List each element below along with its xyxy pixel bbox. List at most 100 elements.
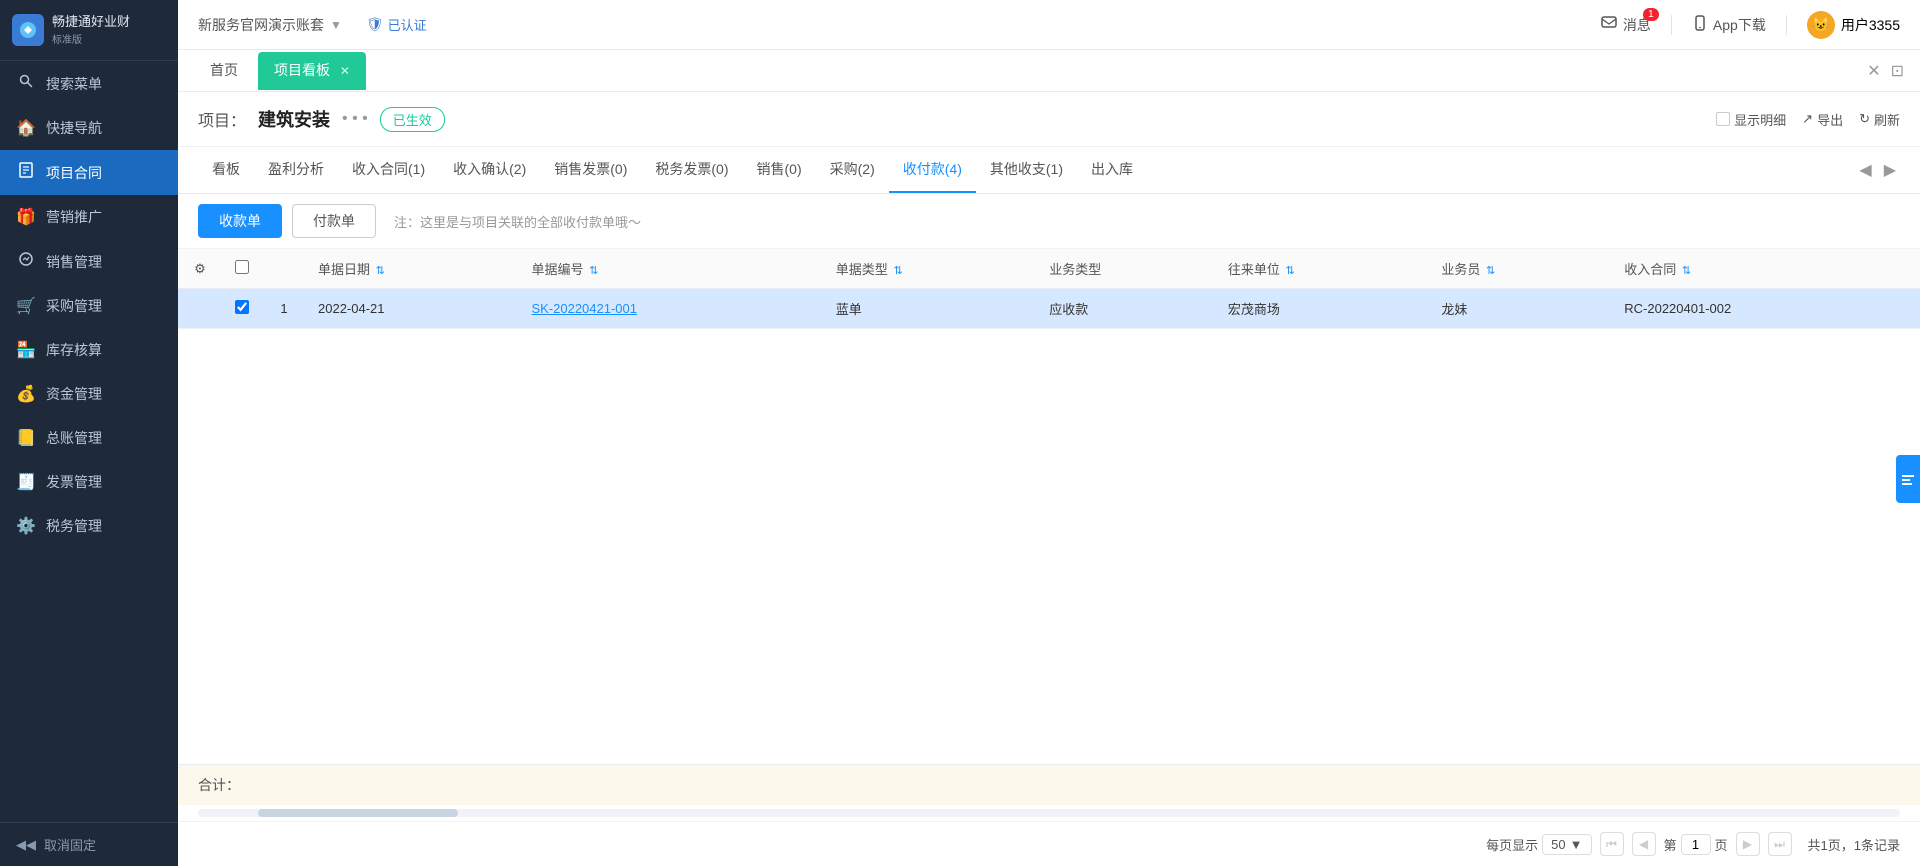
sidebar-logo: 畅捷通好业财 标准版 bbox=[0, 0, 178, 61]
sidebar-item-finance[interactable]: 💰 资金管理 bbox=[0, 372, 178, 416]
sidebar: 畅捷通好业财 标准版 搜索菜单 🏠 快捷导航 项目合同 🎁 营销推广 bbox=[0, 0, 178, 866]
partner-col-header[interactable]: 往来单位 ⇅ bbox=[1216, 249, 1429, 289]
workspace-chevron-icon: ▼ bbox=[330, 18, 342, 32]
last-page-button[interactable]: ⏭ bbox=[1768, 832, 1792, 856]
row-settings-cell bbox=[178, 289, 222, 329]
sidebar-item-sales[interactable]: 销售管理 bbox=[0, 239, 178, 284]
row-partner-cell: 宏茂商场 bbox=[1216, 289, 1429, 329]
income-contract-col-header[interactable]: 收入合同 ⇅ bbox=[1612, 249, 1920, 289]
project-header: 项目： 建筑安装 • • • 已生效 显示明细 ↗ 导出 ↻ 刷新 bbox=[178, 92, 1920, 147]
sidebar-item-invoice[interactable]: 🧾 发票管理 bbox=[0, 460, 178, 504]
sidebar-item-ledger[interactable]: 📒 总账管理 bbox=[0, 416, 178, 460]
row-income-contract-cell: RC-20220401-002 bbox=[1612, 289, 1920, 329]
content-wrapper: 项目： 建筑安装 • • • 已生效 显示明细 ↗ 导出 ↻ 刷新 bbox=[178, 92, 1920, 866]
side-panel-toggle[interactable] bbox=[1896, 455, 1920, 503]
table-row[interactable]: 1 2022-04-21 SK-20220421-001 蓝单 bbox=[178, 289, 1920, 329]
sub-tab-next-icon[interactable]: ▶ bbox=[1880, 156, 1900, 184]
sidebar-item-tax[interactable]: ⚙️ 税务管理 bbox=[0, 504, 178, 548]
receipt-table: ⚙ 单据日期 ⇅ 单据编号 ⇅ bbox=[178, 249, 1920, 329]
sidebar-item-search[interactable]: 搜索菜单 bbox=[0, 61, 178, 106]
home-icon: 🏠 bbox=[16, 118, 36, 138]
tab-home[interactable]: 首页 bbox=[194, 52, 254, 90]
partner-sort-icon: ⇅ bbox=[1286, 265, 1295, 277]
invoice-icon: 🧾 bbox=[16, 472, 36, 492]
sub-tab-income-confirm[interactable]: 收入确认(2) bbox=[439, 147, 540, 193]
sub-tab-sales[interactable]: 销售(0) bbox=[743, 147, 816, 193]
page-size-select: 每页显示 50 ▼ bbox=[1486, 834, 1591, 855]
sub-tab-prev-icon[interactable]: ◀ bbox=[1855, 156, 1875, 184]
table-header-row: ⚙ 单据日期 ⇅ 单据编号 ⇅ bbox=[178, 249, 1920, 289]
sub-tab-profit[interactable]: 盈利分析 bbox=[254, 147, 338, 193]
prev-page-button[interactable]: ◀ bbox=[1632, 832, 1656, 856]
receipt-tabs: 收款单 付款单 注：这里是与项目关联的全部收付款单哦～ bbox=[178, 194, 1920, 249]
total-row: 合计： bbox=[178, 764, 1920, 805]
page-size-dropdown[interactable]: 50 ▼ bbox=[1542, 834, 1591, 855]
date-col-header[interactable]: 单据日期 ⇅ bbox=[306, 249, 519, 289]
main-area: 新服务官网演示账套 ▼ 🛡 已认证 消息 1 App下载 bbox=[178, 0, 1920, 866]
row-check-cell[interactable] bbox=[222, 289, 262, 329]
sales-icon bbox=[16, 251, 36, 272]
tax-icon: ⚙️ bbox=[16, 516, 36, 536]
ledger-icon: 📒 bbox=[16, 428, 36, 448]
next-page-button[interactable]: ▶ bbox=[1736, 832, 1760, 856]
table-wrapper: ⚙ 单据日期 ⇅ 单据编号 ⇅ bbox=[178, 249, 1920, 764]
project-menu-icon[interactable]: • • • bbox=[342, 110, 368, 128]
sub-tab-income-contract[interactable]: 收入合同(1) bbox=[338, 147, 439, 193]
type-col-header[interactable]: 单据类型 ⇅ bbox=[824, 249, 1037, 289]
num-col-header bbox=[262, 249, 306, 289]
payment-form-tab[interactable]: 付款单 bbox=[292, 204, 376, 238]
sub-tab-receipt[interactable]: 收付款(4) bbox=[889, 147, 976, 193]
user-info[interactable]: 😺 用户3355 bbox=[1807, 11, 1900, 39]
sub-tab-other-expense[interactable]: 其他收支(1) bbox=[976, 147, 1077, 193]
show-detail-btn[interactable]: 显示明细 bbox=[1716, 110, 1786, 129]
logo-text: 畅捷通好业财 标准版 bbox=[52, 14, 130, 46]
close-window-icon[interactable]: ✕ bbox=[1867, 61, 1880, 81]
sidebar-item-quicknav[interactable]: 🏠 快捷导航 bbox=[0, 106, 178, 150]
h-scrollbar-thumb[interactable] bbox=[258, 809, 458, 817]
sub-tab-inout[interactable]: 出入库 bbox=[1077, 147, 1147, 193]
receipt-form-tab[interactable]: 收款单 bbox=[198, 204, 282, 238]
app-download-button[interactable]: App下载 bbox=[1692, 15, 1766, 35]
unpin-button[interactable]: ◀◀ 取消固定 bbox=[0, 822, 178, 866]
message-button[interactable]: 消息 1 bbox=[1600, 14, 1651, 35]
row-code-cell[interactable]: SK-20220421-001 bbox=[519, 289, 823, 329]
salesman-col-header[interactable]: 业务员 ⇅ bbox=[1429, 249, 1612, 289]
finance-icon: 💰 bbox=[16, 384, 36, 404]
sidebar-item-purchase[interactable]: 🛒 采购管理 bbox=[0, 284, 178, 328]
code-col-header[interactable]: 单据编号 ⇅ bbox=[519, 249, 823, 289]
scroll-bar-area bbox=[178, 805, 1920, 821]
page-number-input[interactable] bbox=[1681, 834, 1711, 855]
sub-tab-board[interactable]: 看板 bbox=[198, 147, 254, 193]
avatar: 😺 bbox=[1807, 11, 1835, 39]
page-info: 第 页 bbox=[1664, 834, 1728, 855]
settings-col-header[interactable]: ⚙ bbox=[178, 249, 222, 289]
workspace-selector[interactable]: 新服务官网演示账套 ▼ bbox=[198, 15, 342, 35]
shield-icon: 🛡 bbox=[366, 16, 384, 33]
project-actions: 显示明细 ↗ 导出 ↻ 刷新 bbox=[1716, 110, 1900, 129]
cert-badge: 🛡 已认证 bbox=[366, 15, 427, 34]
first-page-button[interactable]: ⏮ bbox=[1600, 832, 1624, 856]
sub-tab-purchase[interactable]: 采购(2) bbox=[816, 147, 889, 193]
sub-tabs: 看板 盈利分析 收入合同(1) 收入确认(2) 销售发票(0) 税务发票(0) … bbox=[178, 147, 1920, 194]
inventory-icon: 🏪 bbox=[16, 340, 36, 360]
marketing-icon: 🎁 bbox=[16, 207, 36, 227]
tab-close-icon[interactable]: ✕ bbox=[340, 64, 350, 78]
show-detail-checkbox[interactable] bbox=[1716, 112, 1730, 126]
refresh-btn[interactable]: ↻ 刷新 bbox=[1859, 110, 1900, 129]
date-sort-icon: ⇅ bbox=[376, 265, 385, 277]
sub-tab-tax-invoice[interactable]: 税务发票(0) bbox=[641, 147, 742, 193]
sub-tab-sales-invoice[interactable]: 销售发票(0) bbox=[540, 147, 641, 193]
unpin-icon: ◀◀ bbox=[16, 837, 36, 853]
sidebar-item-marketing[interactable]: 🎁 营销推广 bbox=[0, 195, 178, 239]
maximize-window-icon[interactable]: ⊡ bbox=[1891, 61, 1904, 81]
pagination: 每页显示 50 ▼ ⏮ ◀ 第 页 ▶ ⏭ 共1页，1条记录 bbox=[178, 821, 1920, 866]
page-size-chevron-icon: ▼ bbox=[1570, 837, 1583, 852]
sidebar-item-inventory[interactable]: 🏪 库存核算 bbox=[0, 328, 178, 372]
tab-project-board[interactable]: 项目看板 ✕ bbox=[258, 52, 366, 90]
row-checkbox[interactable] bbox=[235, 300, 249, 314]
select-all-checkbox[interactable] bbox=[235, 260, 249, 274]
export-btn[interactable]: ↗ 导出 bbox=[1802, 110, 1843, 129]
sidebar-item-contracts[interactable]: 项目合同 bbox=[0, 150, 178, 195]
phone-icon bbox=[1692, 15, 1708, 34]
row-date-cell: 2022-04-21 bbox=[306, 289, 519, 329]
